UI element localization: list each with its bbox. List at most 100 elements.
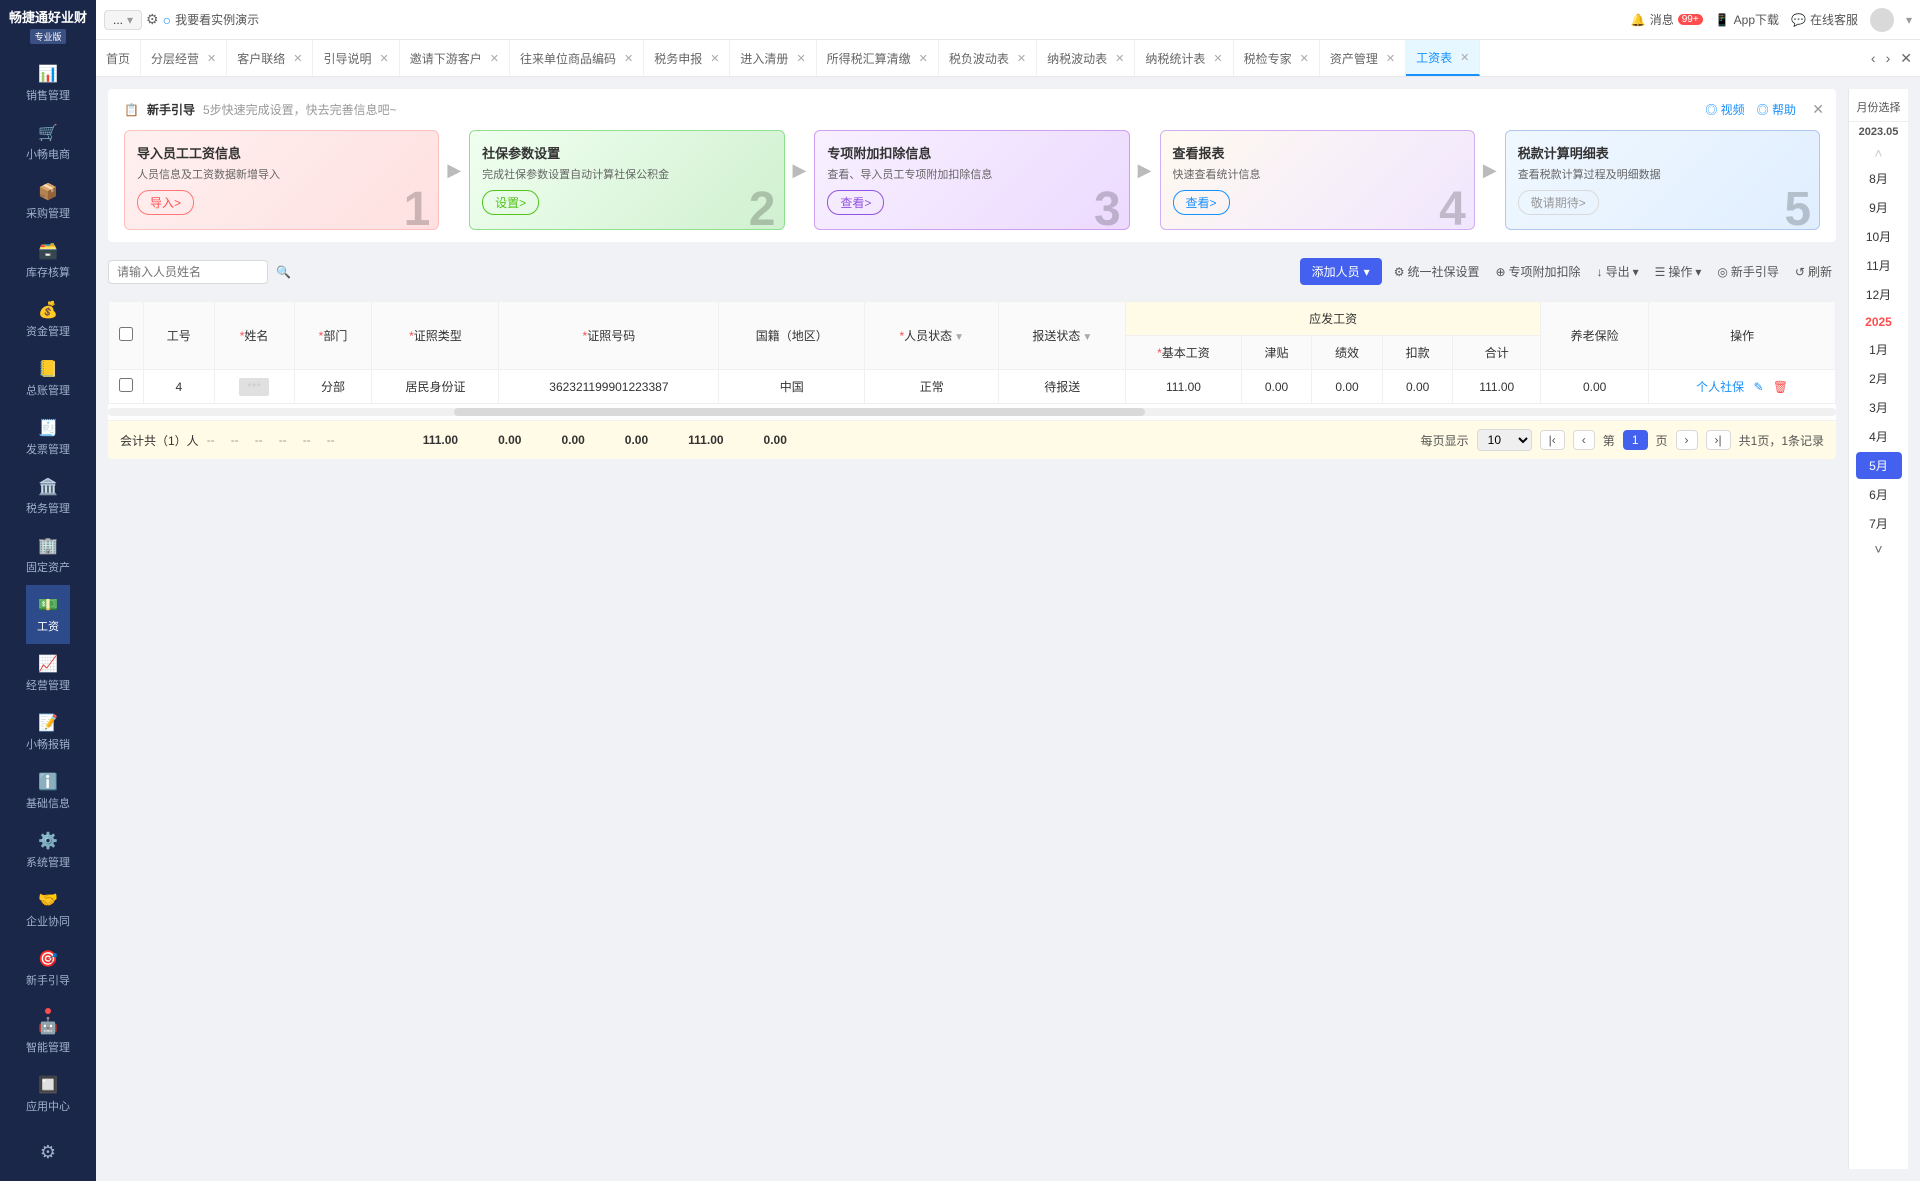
- horizontal-scrollbar[interactable]: [108, 408, 1836, 416]
- nav-tab-所得税汇算清缴[interactable]: 所得税汇算清缴✕: [817, 40, 939, 76]
- guide-step-btn[interactable]: 设置>: [482, 190, 539, 215]
- sidebar-item-基础信息[interactable]: ℹ️基础信息: [26, 762, 70, 821]
- sidebar-item-工资[interactable]: 💵工资: [26, 585, 70, 644]
- operations-button[interactable]: ☰ 操作 ▾: [1651, 258, 1706, 285]
- nav-tab-税检专家[interactable]: 税检专家✕: [1234, 40, 1320, 76]
- nav-tab-引导说明[interactable]: 引导说明✕: [313, 40, 399, 76]
- guide-button[interactable]: ◎ 新手引导: [1713, 258, 1783, 285]
- sidebar-item-总账管理[interactable]: 📒总账管理: [26, 349, 70, 408]
- month-item-4[interactable]: 4月: [1856, 423, 1902, 450]
- first-page-button[interactable]: |‹: [1540, 430, 1565, 450]
- sidebar-item-税务管理[interactable]: 🏛️税务管理: [26, 467, 70, 526]
- sidebar-item-固定资产[interactable]: 🏢固定资产: [26, 526, 70, 585]
- row-edit-icon[interactable]: ✎: [1754, 380, 1764, 394]
- close-tab-icon[interactable]: ✕: [624, 52, 633, 65]
- user-avatar[interactable]: [1870, 8, 1894, 32]
- export-button[interactable]: ↓ 导出 ▾: [1593, 258, 1643, 285]
- sidebar-item-应用中心[interactable]: 🔲应用中心: [26, 1065, 70, 1124]
- sidebar-item-采购管理[interactable]: 📦采购管理: [26, 172, 70, 231]
- notification-button[interactable]: 🔔 消息 99+: [1631, 11, 1703, 28]
- month-prev-button[interactable]: ˄: [1871, 142, 1885, 164]
- scroll-left-icon[interactable]: ‹: [1867, 48, 1880, 68]
- close-tab-icon[interactable]: ✕: [710, 52, 719, 65]
- close-tab-icon[interactable]: ✕: [293, 52, 302, 65]
- close-all-tabs-icon[interactable]: ✕: [1896, 48, 1916, 69]
- guide-help-link[interactable]: ◎ 帮助: [1757, 101, 1796, 118]
- settings-icon[interactable]: ⚙: [32, 1134, 64, 1171]
- sidebar-item-新手引导[interactable]: 🎯新手引导: [26, 939, 70, 998]
- sidebar-item-发票管理[interactable]: 🧾发票管理: [26, 408, 70, 467]
- nav-tab-纳税波动表[interactable]: 纳税波动表✕: [1037, 40, 1135, 76]
- close-tab-icon[interactable]: ✕: [1300, 52, 1309, 65]
- guide-step-btn[interactable]: 导入>: [137, 190, 194, 215]
- month-item-11[interactable]: 11月: [1856, 252, 1902, 279]
- search-icon[interactable]: 🔍: [276, 265, 291, 279]
- nav-tab-分层经营[interactable]: 分层经营✕: [141, 40, 227, 76]
- month-item-7[interactable]: 7月: [1856, 510, 1902, 537]
- sidebar-item-企业协同[interactable]: 🤝企业协同: [26, 880, 70, 939]
- month-item-8[interactable]: 8月: [1856, 165, 1902, 192]
- refresh-button[interactable]: ↺ 刷新: [1791, 258, 1836, 285]
- nav-tab-往来单位商品编码[interactable]: 往来单位商品编码✕: [510, 40, 644, 76]
- nav-tab-资产管理[interactable]: 资产管理✕: [1320, 40, 1406, 76]
- close-tab-icon[interactable]: ✕: [490, 52, 499, 65]
- close-tab-icon[interactable]: ✕: [1017, 52, 1026, 65]
- prev-page-button[interactable]: ‹: [1573, 430, 1595, 450]
- nav-tab-纳税统计表[interactable]: 纳税统计表✕: [1135, 40, 1233, 76]
- month-item-3[interactable]: 3月: [1856, 394, 1902, 421]
- scrollbar-thumb[interactable]: [454, 408, 1145, 416]
- sidebar-item-小畅电商[interactable]: 🛒小畅电商: [26, 113, 70, 172]
- per-page-select[interactable]: 102050100: [1477, 429, 1532, 451]
- demo-button[interactable]: ○ 我要看实例演示: [163, 11, 259, 28]
- close-tab-icon[interactable]: ✕: [796, 52, 805, 65]
- select-all-checkbox[interactable]: [119, 327, 133, 341]
- row-delete-icon[interactable]: 🗑: [1773, 380, 1788, 394]
- sidebar-item-经营管理[interactable]: 📈经营管理: [26, 644, 70, 703]
- month-item-2[interactable]: 2月: [1856, 365, 1902, 392]
- guide-video-link[interactable]: ◎ 视频: [1705, 101, 1744, 118]
- current-page[interactable]: 1: [1623, 430, 1648, 450]
- month-item-1[interactable]: 1月: [1856, 336, 1902, 363]
- month-item-10[interactable]: 10月: [1856, 223, 1902, 250]
- sidebar-item-销售管理[interactable]: 📊销售管理: [26, 54, 70, 113]
- sidebar-item-系统管理[interactable]: ⚙️系统管理: [26, 821, 70, 880]
- row-personal-social-link[interactable]: 个人社保: [1696, 380, 1744, 394]
- company-selector[interactable]: ... ▾: [104, 10, 142, 30]
- guide-close-button[interactable]: ✕: [1812, 101, 1824, 118]
- add-person-button[interactable]: 添加人员 ▾: [1300, 258, 1382, 285]
- settings-icon[interactable]: ⚙: [146, 11, 159, 28]
- user-menu-icon[interactable]: ▾: [1906, 13, 1912, 27]
- close-tab-icon[interactable]: ✕: [919, 52, 928, 65]
- close-tab-icon[interactable]: ✕: [380, 52, 389, 65]
- nav-tab-税负波动表[interactable]: 税负波动表✕: [939, 40, 1037, 76]
- month-item-5[interactable]: 5月: [1856, 452, 1902, 479]
- nav-tab-进入清册[interactable]: 进入清册✕: [730, 40, 816, 76]
- search-input[interactable]: [108, 260, 268, 284]
- close-tab-icon[interactable]: ✕: [1115, 52, 1124, 65]
- close-tab-icon[interactable]: ✕: [207, 52, 216, 65]
- guide-step-btn[interactable]: 查看>: [1173, 190, 1230, 215]
- month-item-12[interactable]: 12月: [1856, 281, 1902, 308]
- month-next-button[interactable]: ˅: [1871, 538, 1885, 560]
- special-deduction-button[interactable]: ⊕ 专项附加扣除: [1491, 258, 1584, 285]
- nav-tab-客户联络[interactable]: 客户联络✕: [227, 40, 313, 76]
- app-download-button[interactable]: 📱 App下载: [1715, 11, 1779, 28]
- sidebar-item-资金管理[interactable]: 💰资金管理: [26, 290, 70, 349]
- close-tab-icon[interactable]: ✕: [1386, 52, 1395, 65]
- nav-tab-邀请下游客户[interactable]: 邀请下游客户✕: [400, 40, 510, 76]
- sidebar-item-库存核算[interactable]: 🗃️库存核算: [26, 231, 70, 290]
- sidebar-item-智能管理[interactable]: 🤖智能管理: [26, 998, 70, 1065]
- nav-tab-税务申报[interactable]: 税务申报✕: [644, 40, 730, 76]
- unified-settings-button[interactable]: ⚙ 统一社保设置: [1390, 258, 1484, 285]
- last-page-button[interactable]: ›|: [1706, 430, 1731, 450]
- guide-step-btn[interactable]: 查看>: [827, 190, 884, 215]
- sidebar-item-小畅报销[interactable]: 📝小畅报销: [26, 703, 70, 762]
- scroll-right-icon[interactable]: ›: [1882, 48, 1895, 68]
- guide-step-btn[interactable]: 敬请期待>: [1518, 190, 1599, 215]
- close-tab-icon[interactable]: ✕: [1460, 51, 1469, 64]
- nav-tab-首页[interactable]: 首页: [96, 40, 141, 76]
- close-tab-icon[interactable]: ✕: [1213, 52, 1222, 65]
- month-item-6[interactable]: 6月: [1856, 481, 1902, 508]
- row-checkbox[interactable]: [119, 378, 133, 392]
- month-item-9[interactable]: 9月: [1856, 194, 1902, 221]
